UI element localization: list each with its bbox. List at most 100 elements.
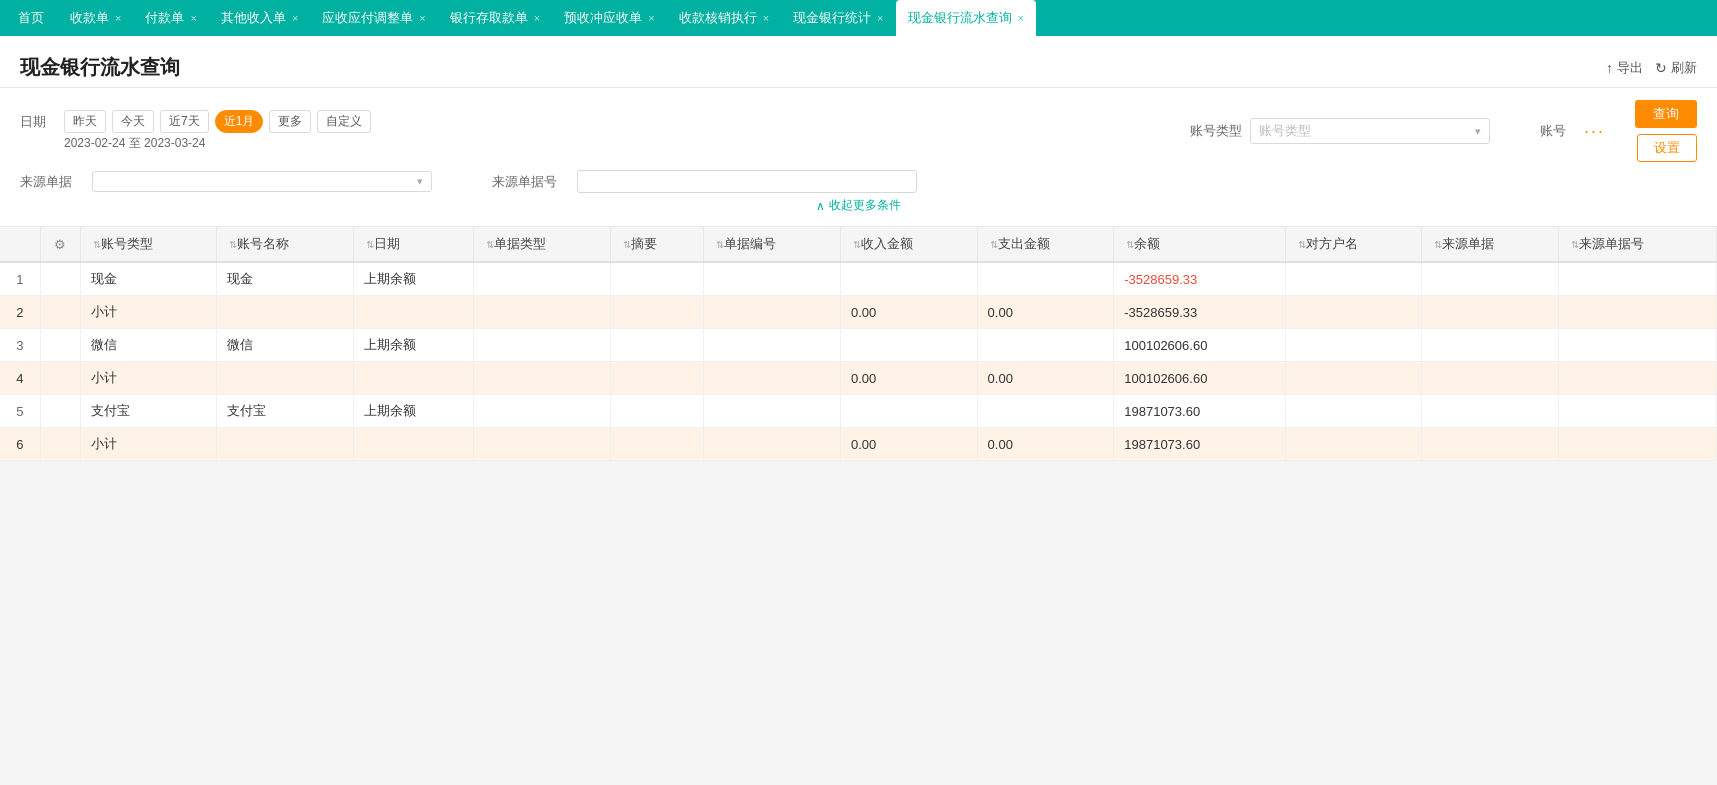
cell-account_type: 微信 [80,329,217,362]
col-header-counterpart[interactable]: ⇅对方户名 [1285,227,1422,262]
cell-date: 上期余额 [353,395,473,428]
cell-expense [977,329,1114,362]
cell-source_doc_no [1558,262,1716,296]
tab-close-icon[interactable]: × [419,12,425,24]
col-header-expense[interactable]: ⇅支出金额 [977,227,1114,262]
cell-doc_no [704,428,841,461]
tab-label: 应收应付调整单 [322,9,413,27]
col-sort-icon: ⇅ [716,239,724,250]
source-doc-label: 来源单据 [20,173,72,191]
tab-close-icon[interactable]: × [115,12,121,24]
account-type-value: 账号类型 [1259,122,1311,140]
cell-doc_type [473,362,610,395]
cell-account_name: 微信 [217,329,354,362]
col-header-account_name[interactable]: ⇅账号名称 [217,227,354,262]
col-sort-icon: ⇅ [229,239,237,250]
cell-source_doc_no [1558,296,1716,329]
date-range: 2023-02-24 至 2023-03-24 [64,135,205,152]
source-doc-chevron-icon: ▾ [417,175,423,188]
col-sort-icon: ⇅ [1126,239,1134,250]
tab-close-icon[interactable]: × [763,12,769,24]
source-doc-no-input[interactable] [577,170,917,193]
nav-tab-预收冲应收单[interactable]: 预收冲应收单 × [552,0,666,36]
row-num: 3 [0,329,40,362]
source-doc-select[interactable]: ▾ [92,171,432,192]
setting-button[interactable]: 设置 [1637,134,1697,162]
date-option-自定义[interactable]: 自定义 [317,110,371,133]
col-header-source_doc_no[interactable]: ⇅来源单据号 [1558,227,1716,262]
filter-row-1: 日期 昨天今天近7天近1月更多自定义 2023-02-24 至 2023-03-… [20,100,1697,162]
row-num: 1 [0,262,40,296]
tab-close-icon[interactable]: × [1018,12,1024,24]
cell-source_doc [1422,428,1559,461]
filter-area: 日期 昨天今天近7天近1月更多自定义 2023-02-24 至 2023-03-… [0,88,1717,227]
date-option-今天[interactable]: 今天 [112,110,154,133]
page-title: 现金银行流水查询 [20,54,180,81]
cell-account_name [217,296,354,329]
col-header-income[interactable]: ⇅收入金额 [840,227,977,262]
col-header-date[interactable]: ⇅日期 [353,227,473,262]
collapse-up-icon: ∧ [816,199,825,213]
table-row: 6小计0.000.0019871073.60 [0,428,1717,461]
date-option-近7天[interactable]: 近7天 [160,110,209,133]
tab-close-icon[interactable]: × [877,12,883,24]
account-type-label: 账号类型 [1190,122,1242,140]
tab-label: 预收冲应收单 [564,9,642,27]
nav-home[interactable]: 首页 [4,9,58,27]
collapse-bar[interactable]: ∧ 收起更多条件 [20,193,1697,214]
cell-summary [610,395,704,428]
settings-icon[interactable]: ⚙ [54,237,66,252]
tab-label: 收款核销执行 [679,9,757,27]
export-button[interactable]: ↑ 导出 [1606,59,1643,77]
nav-tab-收款核销执行[interactable]: 收款核销执行 × [667,0,781,36]
col-header-summary[interactable]: ⇅摘要 [610,227,704,262]
tab-close-icon[interactable]: × [648,12,654,24]
col-header-settings[interactable]: ⚙ [40,227,80,262]
col-header-doc_type[interactable]: ⇅单据类型 [473,227,610,262]
account-dots-button[interactable]: ··· [1584,121,1605,142]
nav-tab-现金银行流水查询[interactable]: 现金银行流水查询× [896,0,1036,36]
cell-counterpart [1285,262,1422,296]
cell-summary [610,296,704,329]
col-header-account_type[interactable]: ⇅账号类型 [80,227,217,262]
date-option-昨天[interactable]: 昨天 [64,110,106,133]
refresh-button[interactable]: ↻ 刷新 [1655,59,1697,77]
col-sort-icon: ⇅ [1298,239,1306,250]
nav-tab-付款单[interactable]: 付款单 × [133,0,208,36]
cell-account_name [217,362,354,395]
col-sort-icon: ⇅ [853,239,861,250]
cell-doc_type [473,428,610,461]
tab-label: 收款单 [70,9,109,27]
nav-tab-应收应付调整单[interactable]: 应收应付调整单 × [310,0,437,36]
cell-account_name [217,428,354,461]
cell-balance: 19871073.60 [1114,395,1285,428]
date-label: 日期 [20,113,56,131]
cell-doc_no [704,362,841,395]
export-label: 导出 [1617,59,1643,77]
col-header-source_doc[interactable]: ⇅来源单据 [1422,227,1559,262]
page-header: 现金银行流水查询 ↑ 导出 ↻ 刷新 [0,36,1717,88]
cell-account_type: 现金 [80,262,217,296]
cell-summary [610,262,704,296]
date-option-更多[interactable]: 更多 [269,110,311,133]
account-type-select[interactable]: 账号类型 ▾ [1250,118,1490,144]
query-button[interactable]: 查询 [1635,100,1697,128]
tab-close-icon[interactable]: × [292,12,298,24]
date-option-近1月[interactable]: 近1月 [215,110,264,133]
cell-balance: 100102606.60 [1114,329,1285,362]
nav-tab-银行存取款单[interactable]: 银行存取款单× [438,0,552,36]
col-header-num[interactable] [0,227,40,262]
tab-label: 其他收入单 [221,9,286,27]
col-header-doc_no[interactable]: ⇅单据编号 [704,227,841,262]
cell-source_doc_no [1558,329,1716,362]
nav-tab-现金银行统计[interactable]: 现金银行统计× [781,0,895,36]
refresh-label: 刷新 [1671,59,1697,77]
tab-label: 付款单 [145,9,184,27]
col-header-balance[interactable]: ⇅余额 [1114,227,1285,262]
nav-tab-收款单[interactable]: 收款单 × [58,0,133,36]
nav-tab-其他收入单[interactable]: 其他收入单 × [209,0,310,36]
col-sort-icon: ⇅ [366,239,374,250]
tab-close-icon[interactable]: × [534,12,540,24]
table-row: 1现金现金上期余额-3528659.33 [0,262,1717,296]
tab-close-icon[interactable]: × [190,12,196,24]
